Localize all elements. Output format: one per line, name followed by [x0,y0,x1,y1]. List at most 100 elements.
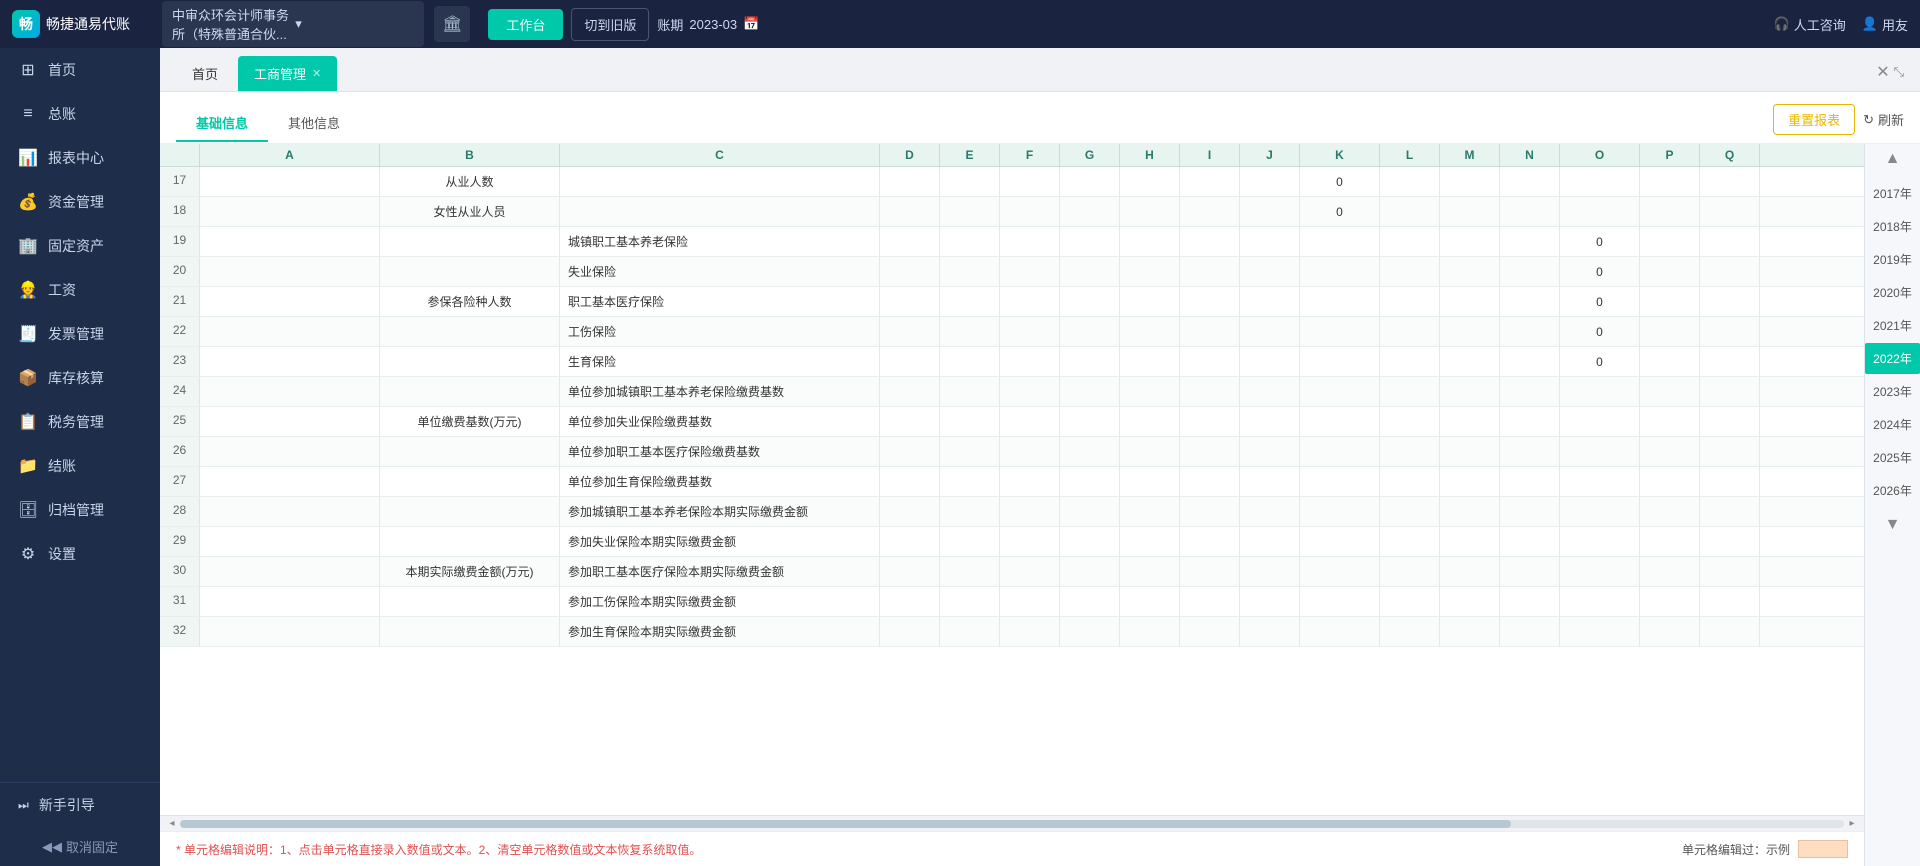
cell-32-D[interactable] [880,617,940,646]
cell-22-L[interactable] [1380,317,1440,346]
cell-22-H[interactable] [1120,317,1180,346]
cell-25-I[interactable] [1180,407,1240,436]
cell-18-C[interactable] [560,197,880,226]
cell-24-H[interactable] [1120,377,1180,406]
tab-commerce[interactable]: 工商管理 ✕ [238,56,337,91]
cell-18-A[interactable] [200,197,380,226]
cell-18-N[interactable] [1500,197,1560,226]
year-2019[interactable]: 2019年 [1865,244,1920,275]
cell-21-O[interactable]: 0 [1560,287,1640,316]
cell-28-E[interactable] [940,497,1000,526]
cell-19-K[interactable] [1300,227,1380,256]
cell-22-B[interactable] [380,317,560,346]
cell-28-M[interactable] [1440,497,1500,526]
cell-28-F[interactable] [1000,497,1060,526]
year-2022[interactable]: 2022年 [1865,343,1920,374]
cell-20-O[interactable]: 0 [1560,257,1640,286]
cell-24-N[interactable] [1500,377,1560,406]
cell-28-P[interactable] [1640,497,1700,526]
cell-20-P[interactable] [1640,257,1700,286]
cell-24-L[interactable] [1380,377,1440,406]
cell-29-M[interactable] [1440,527,1500,556]
cell-32-B[interactable] [380,617,560,646]
cell-18-D[interactable] [880,197,940,226]
rows-container[interactable]: 17 从业人数 0 [160,167,1864,815]
cell-30-M[interactable] [1440,557,1500,586]
cell-29-J[interactable] [1240,527,1300,556]
cell-18-L[interactable] [1380,197,1440,226]
cell-18-M[interactable] [1440,197,1500,226]
cell-26-K[interactable] [1300,437,1380,466]
cell-32-J[interactable] [1240,617,1300,646]
cell-26-G[interactable] [1060,437,1120,466]
cell-22-J[interactable] [1240,317,1300,346]
cell-19-M[interactable] [1440,227,1500,256]
cell-32-N[interactable] [1500,617,1560,646]
cell-21-A[interactable] [200,287,380,316]
cell-19-L[interactable] [1380,227,1440,256]
cell-17-C[interactable] [560,167,880,196]
cell-18-I[interactable] [1180,197,1240,226]
cell-28-H[interactable] [1120,497,1180,526]
cell-22-A[interactable] [200,317,380,346]
reset-report-button[interactable]: 重置报表 [1773,104,1855,135]
cell-27-M[interactable] [1440,467,1500,496]
cell-27-A[interactable] [200,467,380,496]
cell-32-K[interactable] [1300,617,1380,646]
cell-32-A[interactable] [200,617,380,646]
cell-24-M[interactable] [1440,377,1500,406]
cell-29-N[interactable] [1500,527,1560,556]
company-icon-btn[interactable]: 🏛 [434,6,470,42]
cell-24-G[interactable] [1060,377,1120,406]
cell-27-B[interactable] [380,467,560,496]
cell-28-I[interactable] [1180,497,1240,526]
cell-18-E[interactable] [940,197,1000,226]
cell-31-K[interactable] [1300,587,1380,616]
cell-18-O[interactable] [1560,197,1640,226]
expand-window-icon[interactable]: ⤡ [1894,64,1904,80]
cell-30-I[interactable] [1180,557,1240,586]
cell-26-B[interactable] [380,437,560,466]
cell-27-Q[interactable] [1700,467,1760,496]
sidebar-item-tax[interactable]: 📋 税务管理 [0,400,160,444]
cell-19-G[interactable] [1060,227,1120,256]
cell-27-N[interactable] [1500,467,1560,496]
year-scroll-down[interactable]: ▼ [1865,510,1920,540]
sidebar-item-settings[interactable]: ⚙ 设置 [0,532,160,576]
cell-30-E[interactable] [940,557,1000,586]
cell-18-H[interactable] [1120,197,1180,226]
tab-home[interactable]: 首页 [176,56,234,91]
cell-31-E[interactable] [940,587,1000,616]
cell-31-O[interactable] [1560,587,1640,616]
cell-29-O[interactable] [1560,527,1640,556]
cell-27-E[interactable] [940,467,1000,496]
cell-19-A[interactable] [200,227,380,256]
year-2025[interactable]: 2025年 [1865,442,1920,473]
cell-19-N[interactable] [1500,227,1560,256]
cell-22-M[interactable] [1440,317,1500,346]
cell-21-Q[interactable] [1700,287,1760,316]
cell-23-L[interactable] [1380,347,1440,376]
sidebar-item-reports[interactable]: 📊 报表中心 [0,136,160,180]
cell-20-M[interactable] [1440,257,1500,286]
cell-28-Q[interactable] [1700,497,1760,526]
sub-tab-other[interactable]: 其他信息 [268,105,360,142]
cell-26-E[interactable] [940,437,1000,466]
cell-32-Q[interactable] [1700,617,1760,646]
cell-21-E[interactable] [940,287,1000,316]
cell-20-H[interactable] [1120,257,1180,286]
cell-29-Q[interactable] [1700,527,1760,556]
cell-21-I[interactable] [1180,287,1240,316]
cell-29-H[interactable] [1120,527,1180,556]
sidebar-item-ledger[interactable]: ≡ 总账 [0,92,160,136]
cell-22-Q[interactable] [1700,317,1760,346]
cell-19-J[interactable] [1240,227,1300,256]
cell-21-N[interactable] [1500,287,1560,316]
cell-23-Q[interactable] [1700,347,1760,376]
cell-21-L[interactable] [1380,287,1440,316]
cell-21-J[interactable] [1240,287,1300,316]
cell-17-I[interactable] [1180,167,1240,196]
cell-28-N[interactable] [1500,497,1560,526]
cell-17-A[interactable] [200,167,380,196]
cell-24-J[interactable] [1240,377,1300,406]
